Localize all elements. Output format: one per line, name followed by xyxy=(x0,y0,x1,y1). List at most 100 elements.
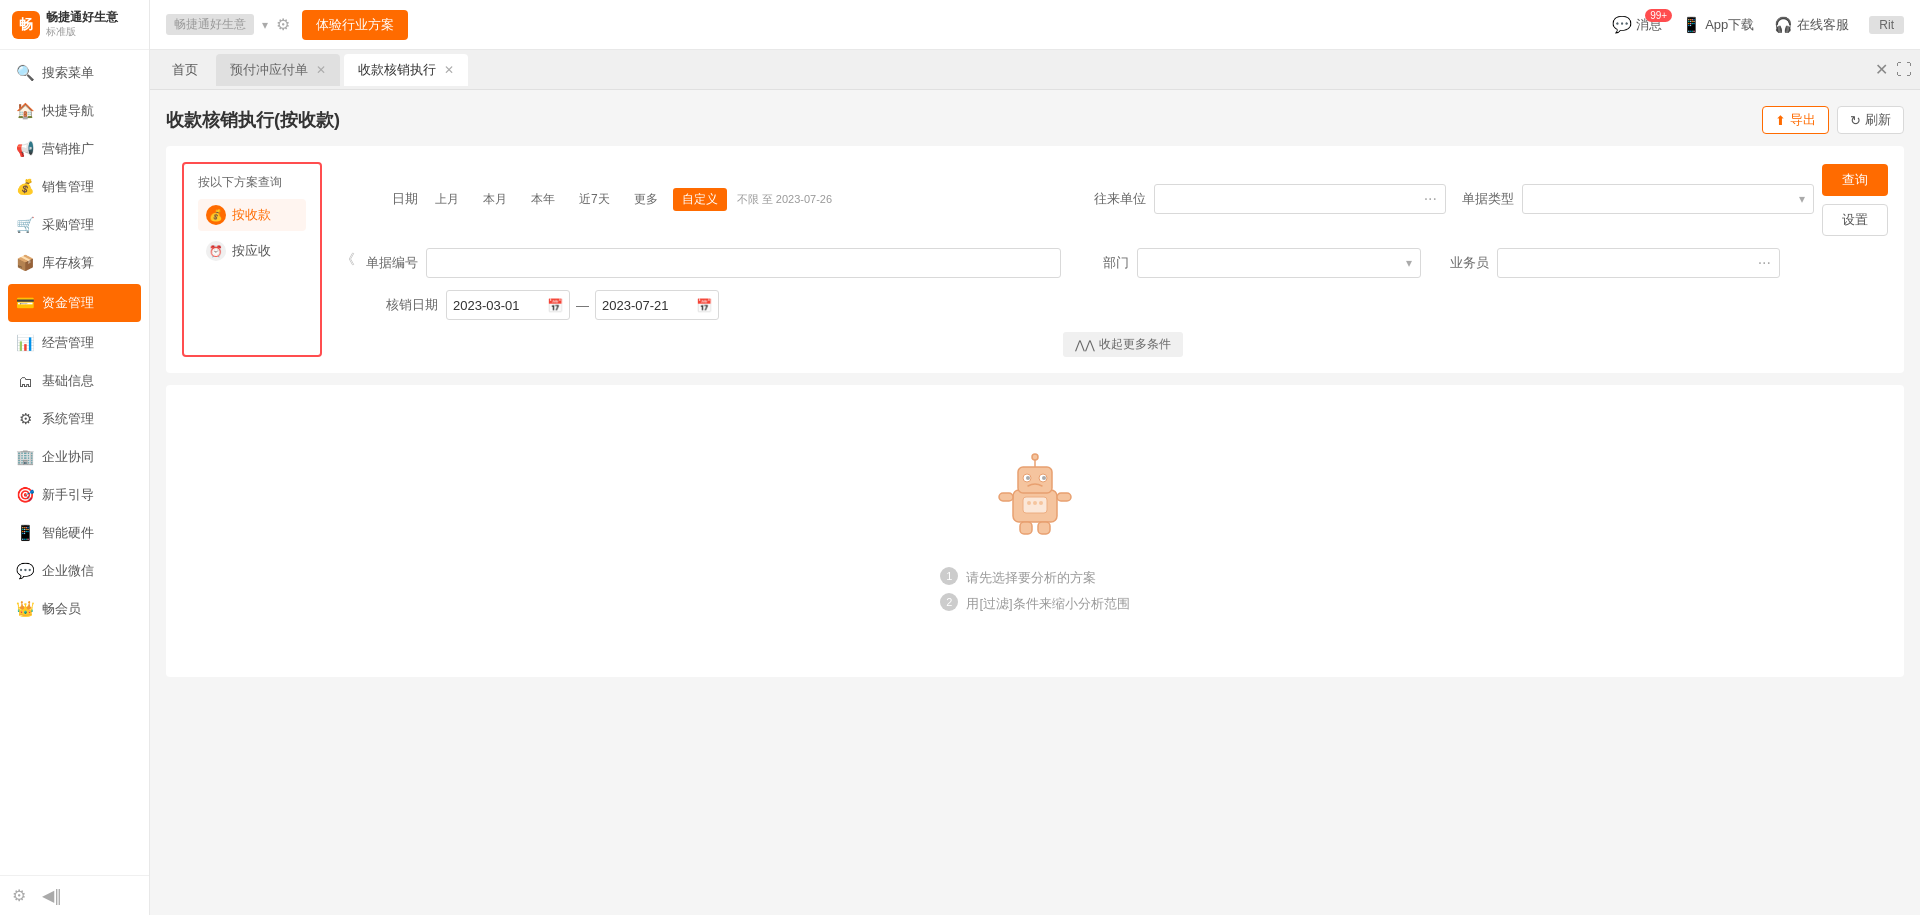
sidebar-item-sales[interactable]: 💰 销售管理 xyxy=(0,168,149,206)
cancel-date-end-wrapper[interactable]: 📅 xyxy=(595,290,719,320)
sidebar-item-guide[interactable]: 🎯 新手引导 xyxy=(0,476,149,514)
query-by-receipt-label: 按收款 xyxy=(232,206,271,224)
logo-sub: 标准版 xyxy=(46,25,118,39)
tab-close-prepay[interactable]: ✕ xyxy=(316,63,326,77)
doc-no-input[interactable] xyxy=(426,248,1061,278)
sidebar-item-label-system: 系统管理 xyxy=(42,410,94,428)
more-btn[interactable]: 更多 xyxy=(625,188,667,211)
sidebar-item-search[interactable]: 🔍 搜索菜单 xyxy=(0,54,149,92)
last-month-btn[interactable]: 上月 xyxy=(426,188,468,211)
query-by-receipt[interactable]: 💰 按收款 xyxy=(198,199,306,231)
collapse-chevron-icon: ⋀⋀ xyxy=(1075,338,1095,352)
topbar: 畅捷通好生意 ▾ ⚙ 体验行业方案 💬 消息 99+ 📱 App下载 🎧 在线客… xyxy=(150,0,1920,50)
svg-rect-8 xyxy=(999,493,1013,501)
refresh-icon: ↻ xyxy=(1850,113,1861,128)
topbar-gear-icon[interactable]: ⚙ xyxy=(276,15,290,34)
cancel-date-start-input[interactable] xyxy=(453,298,543,313)
query-button[interactable]: 查询 xyxy=(1822,164,1888,196)
export-button[interactable]: ⬆ 导出 xyxy=(1762,106,1829,134)
app-download-button[interactable]: 📱 App下载 xyxy=(1682,16,1754,34)
sidebar-item-label-enterprise: 企业协同 xyxy=(42,448,94,466)
sidebar-item-quick-nav[interactable]: 🏠 快捷导航 xyxy=(0,92,149,130)
dept-select[interactable]: ▾ xyxy=(1137,248,1421,278)
tab-home[interactable]: 首页 xyxy=(158,54,212,86)
cancel-date-start-calendar-icon[interactable]: 📅 xyxy=(547,298,563,313)
inventory-icon: 📦 xyxy=(16,254,34,272)
party-dots-icon[interactable]: ··· xyxy=(1424,190,1437,208)
party-select[interactable]: ··· xyxy=(1154,184,1446,214)
refresh-button[interactable]: ↻ 刷新 xyxy=(1837,106,1904,134)
receipt-icon: 💰 xyxy=(206,205,226,225)
topbar-dropdown-icon[interactable]: ▾ xyxy=(262,18,268,32)
hardware-icon: 📱 xyxy=(16,524,34,542)
query-by-receivable-label: 按应收 xyxy=(232,242,271,260)
dept-chevron-icon: ▾ xyxy=(1406,256,1412,270)
this-month-btn[interactable]: 本月 xyxy=(474,188,516,211)
empty-state: 1 请先选择要分析的方案 2 用[过滤]条件来缩小分析范围 xyxy=(166,385,1904,677)
cancel-date-end-input[interactable] xyxy=(602,298,692,313)
this-year-btn[interactable]: 本年 xyxy=(522,188,564,211)
expand-icon[interactable]: ⛶ xyxy=(1896,61,1912,79)
brand-name: 畅捷通好生意 xyxy=(166,14,254,35)
svg-point-5 xyxy=(1042,476,1046,480)
purchase-icon: 🛒 xyxy=(16,216,34,234)
solution-button[interactable]: 体验行业方案 xyxy=(302,10,408,40)
guide-icon: 🎯 xyxy=(16,486,34,504)
enterprise-icon: 🏢 xyxy=(16,448,34,466)
sidebar-item-hardware[interactable]: 📱 智能硬件 xyxy=(0,514,149,552)
online-service-button[interactable]: 🎧 在线客服 xyxy=(1774,16,1849,34)
filter-collapse-toggle[interactable]: 《 xyxy=(338,251,358,269)
sidebar-collapse-button[interactable]: ◀‖ xyxy=(42,886,62,905)
sidebar-item-marketing[interactable]: 📢 营销推广 xyxy=(0,130,149,168)
message-badge: 99+ xyxy=(1645,9,1672,22)
doc-no-label: 单据编号 xyxy=(358,254,418,272)
sidebar-item-enterprise[interactable]: 🏢 企业协同 xyxy=(0,438,149,476)
tab-receipt-cancel[interactable]: 收款核销执行✕ xyxy=(344,54,468,86)
page-content: 收款核销执行(按收款) ⬆ 导出 ↻ 刷新 按以下方案查询 💰 按收款 xyxy=(150,90,1920,915)
user-name[interactable]: Rit xyxy=(1869,16,1904,34)
doc-type-chevron-icon: ▾ xyxy=(1799,192,1805,206)
sidebar-logo: 畅 畅捷通好生意 标准版 xyxy=(0,0,149,50)
last-7-days-btn[interactable]: 近7天 xyxy=(570,188,619,211)
sidebar-item-label-guide: 新手引导 xyxy=(42,486,94,504)
sidebar-item-capital[interactable]: 💳 资金管理 xyxy=(8,284,141,322)
sidebar-item-label-marketing: 营销推广 xyxy=(42,140,94,158)
sidebar-item-system[interactable]: ⚙ 系统管理 xyxy=(0,400,149,438)
sidebar-item-operations[interactable]: 📊 经营管理 xyxy=(0,324,149,362)
employee-dots-icon[interactable]: ··· xyxy=(1758,254,1771,272)
tab-close-receipt-cancel[interactable]: ✕ xyxy=(444,63,454,77)
tabbar-actions: ✕ ⛶ xyxy=(1875,60,1912,79)
sidebar-item-inventory[interactable]: 📦 库存核算 xyxy=(0,244,149,282)
date-separator: — xyxy=(576,298,589,313)
close-window-icon[interactable]: ✕ xyxy=(1875,60,1888,79)
search-icon: 🔍 xyxy=(16,64,34,82)
employee-select[interactable]: ··· xyxy=(1497,248,1781,278)
svg-point-3 xyxy=(1026,476,1030,480)
tab-label-prepay: 预付冲应付单 xyxy=(230,61,308,79)
sidebar-item-label-wechat: 企业微信 xyxy=(42,562,94,580)
collapse-more-button[interactable]: ⋀⋀ 收起更多条件 xyxy=(1063,332,1183,357)
cancel-date-range: 📅 — 📅 xyxy=(446,290,719,320)
tab-prepay[interactable]: 预付冲应付单 ✕ xyxy=(216,54,340,86)
sidebar-item-label-sales: 销售管理 xyxy=(42,178,94,196)
sidebar-item-wechat[interactable]: 💬 企业微信 xyxy=(0,552,149,590)
cancel-date-start-wrapper[interactable]: 📅 xyxy=(446,290,570,320)
topbar-right: 💬 消息 99+ 📱 App下载 🎧 在线客服 Rit xyxy=(1612,15,1904,34)
sidebar-item-member[interactable]: 👑 畅会员 xyxy=(0,590,149,628)
custom-btn[interactable]: 自定义 xyxy=(673,188,727,211)
employee-label: 业务员 xyxy=(1429,254,1489,272)
cancel-date-end-calendar-icon[interactable]: 📅 xyxy=(696,298,712,313)
sidebar-bottom: ⚙ ◀‖ xyxy=(0,875,149,915)
sidebar-item-basic[interactable]: 🗂 基础信息 xyxy=(0,362,149,400)
messages-button[interactable]: 💬 消息 99+ xyxy=(1612,15,1662,34)
sales-icon: 💰 xyxy=(16,178,34,196)
settings-icon[interactable]: ⚙ xyxy=(12,886,26,905)
main-area: 畅捷通好生意 ▾ ⚙ 体验行业方案 💬 消息 99+ 📱 App下载 🎧 在线客… xyxy=(150,0,1920,915)
sidebar-item-label-hardware: 智能硬件 xyxy=(42,524,94,542)
svg-rect-11 xyxy=(1038,522,1050,534)
query-by-receivable[interactable]: ⏰ 按应收 xyxy=(198,235,306,267)
sidebar-item-purchase[interactable]: 🛒 采购管理 xyxy=(0,206,149,244)
doc-type-select[interactable]: ▾ xyxy=(1522,184,1814,214)
settings-button[interactable]: 设置 xyxy=(1822,204,1888,236)
sidebar-item-label-quick-nav: 快捷导航 xyxy=(42,102,94,120)
